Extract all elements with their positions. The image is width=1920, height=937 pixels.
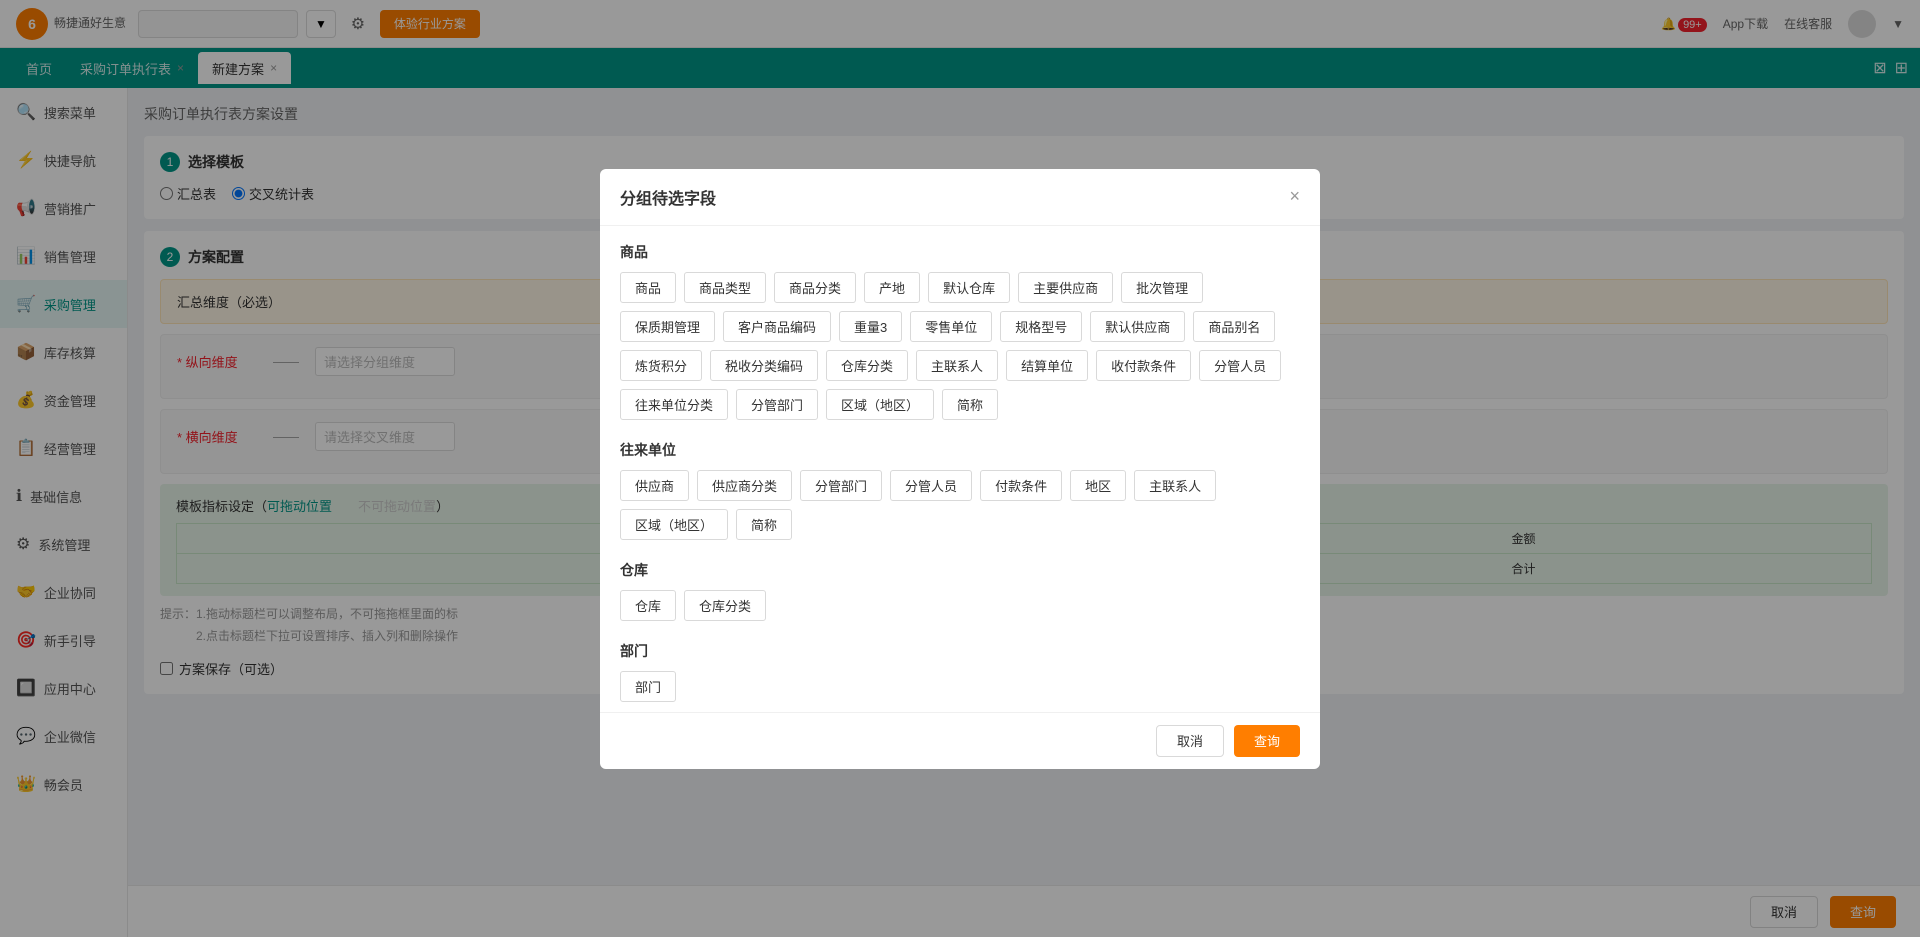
- tag-customer-product-code[interactable]: 客户商品编码: [723, 311, 831, 342]
- section-dept-tags: 部门: [620, 671, 1300, 702]
- tag-payment-condition[interactable]: 付款条件: [980, 470, 1062, 501]
- section-product-title: 商品: [620, 242, 1300, 262]
- section-dept-title: 部门: [620, 641, 1300, 661]
- tag-product-category[interactable]: 商品分类: [774, 272, 856, 303]
- tag-default-warehouse[interactable]: 默认仓库: [928, 272, 1010, 303]
- tag-refine-points[interactable]: 炼货积分: [620, 350, 702, 381]
- tag-shelf-life[interactable]: 保质期管理: [620, 311, 715, 342]
- modal-title: 分组待选字段: [620, 185, 716, 209]
- tag-supplier[interactable]: 供应商: [620, 470, 689, 501]
- tag-partner-contact[interactable]: 主联系人: [1134, 470, 1216, 501]
- tag-warehouse-cat[interactable]: 仓库分类: [684, 590, 766, 621]
- modal-confirm-button[interactable]: 查询: [1234, 725, 1300, 757]
- modal-dialog: 分组待选字段 × 商品 商品 商品类型 商品分类 产地 默认仓库 主要供应商 批…: [600, 169, 1320, 769]
- tag-area[interactable]: 地区: [1070, 470, 1126, 501]
- tag-origin[interactable]: 产地: [864, 272, 920, 303]
- tag-supplier-category[interactable]: 供应商分类: [697, 470, 792, 501]
- modal-close-button[interactable]: ×: [1289, 186, 1300, 207]
- tag-warehouse[interactable]: 仓库: [620, 590, 676, 621]
- section-partner-tags: 供应商 供应商分类 分管部门 分管人员 付款条件 地区 主联系人 区域（地区） …: [620, 470, 1300, 540]
- section-dept: 部门 部门: [620, 641, 1300, 702]
- section-product-tags: 商品 商品类型 商品分类 产地 默认仓库 主要供应商 批次管理 保质期管理 客户…: [620, 272, 1300, 420]
- tag-supervisor[interactable]: 分管人员: [1199, 350, 1281, 381]
- modal-body: 商品 商品 商品类型 商品分类 产地 默认仓库 主要供应商 批次管理 保质期管理…: [600, 226, 1320, 712]
- tag-region-product[interactable]: 区域（地区）: [826, 389, 934, 420]
- tag-partner-person[interactable]: 分管人员: [890, 470, 972, 501]
- tag-partner-category[interactable]: 往来单位分类: [620, 389, 728, 420]
- section-partner: 往来单位 供应商 供应商分类 分管部门 分管人员 付款条件 地区 主联系人 区域…: [620, 440, 1300, 540]
- section-partner-title: 往来单位: [620, 440, 1300, 460]
- tag-settlement-unit[interactable]: 结算单位: [1006, 350, 1088, 381]
- tag-weight[interactable]: 重量3: [839, 311, 902, 342]
- tag-product-type[interactable]: 商品类型: [684, 272, 766, 303]
- tag-dept[interactable]: 部门: [620, 671, 676, 702]
- tag-payment-terms[interactable]: 收付款条件: [1096, 350, 1191, 381]
- tag-default-supplier[interactable]: 默认供应商: [1090, 311, 1185, 342]
- tag-warehouse-category[interactable]: 仓库分类: [826, 350, 908, 381]
- tag-batch-manage[interactable]: 批次管理: [1121, 272, 1203, 303]
- tag-partner-abbr[interactable]: 简称: [736, 509, 792, 540]
- tag-retail-unit[interactable]: 零售单位: [910, 311, 992, 342]
- tag-main-contact[interactable]: 主联系人: [916, 350, 998, 381]
- section-warehouse: 仓库 仓库 仓库分类: [620, 560, 1300, 621]
- modal-header: 分组待选字段 ×: [600, 169, 1320, 226]
- modal-overlay: 分组待选字段 × 商品 商品 商品类型 商品分类 产地 默认仓库 主要供应商 批…: [0, 0, 1920, 937]
- tag-product-alias[interactable]: 商品别名: [1193, 311, 1275, 342]
- section-warehouse-tags: 仓库 仓库分类: [620, 590, 1300, 621]
- tag-tax-code[interactable]: 税收分类编码: [710, 350, 818, 381]
- modal-cancel-button[interactable]: 取消: [1156, 725, 1224, 757]
- tag-partner-region[interactable]: 区域（地区）: [620, 509, 728, 540]
- modal-footer: 取消 查询: [600, 712, 1320, 769]
- section-product: 商品 商品 商品类型 商品分类 产地 默认仓库 主要供应商 批次管理 保质期管理…: [620, 242, 1300, 420]
- tag-dept-manage[interactable]: 分管部门: [736, 389, 818, 420]
- tag-spec-model[interactable]: 规格型号: [1000, 311, 1082, 342]
- tag-partner-dept[interactable]: 分管部门: [800, 470, 882, 501]
- tag-product[interactable]: 商品: [620, 272, 676, 303]
- tag-main-supplier[interactable]: 主要供应商: [1018, 272, 1113, 303]
- section-warehouse-title: 仓库: [620, 560, 1300, 580]
- tag-abbr-product[interactable]: 简称: [942, 389, 998, 420]
